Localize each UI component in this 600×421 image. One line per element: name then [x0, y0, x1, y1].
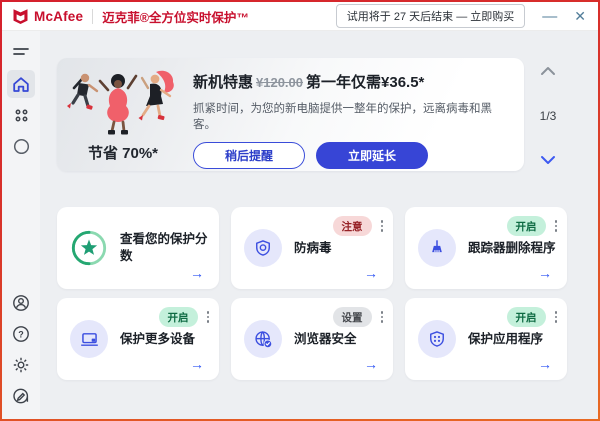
card-title: 保护应用程序 — [468, 331, 543, 348]
extend-now-button[interactable]: 立即延长 — [316, 142, 428, 169]
chevron-down-icon[interactable] — [540, 155, 556, 165]
feature-cards-grid: 查看您的保护分数 → 注意 防病毒 → 开启 跟踪器删除程序 → 开启 — [57, 207, 582, 380]
header-divider — [92, 9, 93, 24]
circle-icon[interactable] — [7, 132, 35, 160]
arrow-right-icon[interactable]: → — [538, 356, 552, 372]
feature-card[interactable]: 开启 保护应用程序 → — [405, 298, 567, 380]
banner-title-suffix: 第一年仅需¥36.5* — [306, 74, 424, 91]
remind-later-button[interactable]: 稍后提醒 — [193, 142, 305, 169]
arrow-right-icon[interactable]: → — [538, 265, 552, 281]
feature-card[interactable]: 查看您的保护分数 → — [57, 207, 219, 289]
kebab-menu-icon[interactable] — [205, 310, 212, 324]
banner-description: 抓紧时间，为您的新电脑提供一整年的保护，远离病毒和黑客。 — [193, 100, 514, 132]
banner-title-prefix: 新机特惠 — [193, 74, 253, 91]
carousel-page-indicator: 1/3 — [540, 109, 557, 123]
card-title: 跟踪器删除程序 — [468, 240, 556, 257]
feature-card[interactable]: 开启 保护更多设备 → — [57, 298, 219, 380]
mcafee-logo: McAfee — [12, 8, 83, 25]
kebab-menu-icon[interactable] — [553, 310, 560, 324]
product-title: 迈克菲®全方位实时保护™ — [102, 7, 249, 26]
grid-icon[interactable] — [7, 101, 35, 129]
card-title: 保护更多设备 — [120, 331, 195, 348]
brand-name: McAfee — [34, 9, 83, 24]
arrow-right-icon[interactable]: → — [364, 356, 378, 372]
laptop-icon — [70, 320, 108, 358]
shield-icon — [244, 229, 282, 267]
promo-banner: 节省 70%* 新机特惠¥120.00第一年仅需¥36.5* 抓紧时间，为您的新… — [57, 58, 524, 171]
title-bar: McAfee 迈克菲®全方位实时保护™ 试用将于 27 天后结束 — 立即购买 … — [2, 2, 598, 31]
kebab-menu-icon[interactable] — [379, 219, 386, 233]
window-frame: McAfee 迈克菲®全方位实时保护™ 试用将于 27 天后结束 — 立即购买 … — [0, 0, 600, 421]
trial-buy-button[interactable]: 试用将于 27 天后结束 — 立即购买 — [336, 4, 525, 28]
savings-label: 节省 70%* — [88, 142, 158, 163]
banner-carousel-controls: 1/3 — [524, 58, 572, 171]
globe-icon — [244, 320, 282, 358]
card-title: 浏览器安全 — [294, 331, 357, 348]
status-badge: 注意 — [333, 216, 372, 236]
minimize-button[interactable]: — — [542, 9, 557, 24]
broom-icon — [418, 229, 456, 267]
settings-icon[interactable] — [7, 351, 35, 379]
main-content: 节省 70%* 新机特惠¥120.00第一年仅需¥36.5* 抓紧时间，为您的新… — [40, 31, 598, 419]
jumping-people-illustration — [64, 66, 182, 140]
feature-card[interactable]: 设置 浏览器安全 → — [231, 298, 393, 380]
mcafee-window: McAfee 迈克菲®全方位实时保护™ 试用将于 27 天后结束 — 立即购买 … — [2, 2, 598, 419]
account-icon[interactable] — [7, 289, 35, 317]
feature-card[interactable]: 注意 防病毒 → — [231, 207, 393, 289]
svg-text:?: ? — [18, 329, 24, 339]
arrow-right-icon[interactable]: → — [364, 265, 378, 281]
feedback-icon[interactable] — [7, 382, 35, 410]
sidebar: ? — [2, 31, 40, 419]
close-button[interactable]: ✕ — [574, 9, 586, 23]
chevron-up-icon[interactable] — [540, 66, 556, 76]
mcafee-shield-icon — [12, 8, 29, 25]
help-icon[interactable]: ? — [7, 320, 35, 348]
apps-icon — [418, 320, 456, 358]
home-icon[interactable] — [7, 70, 35, 98]
banner-title: 新机特惠¥120.00第一年仅需¥36.5* — [193, 71, 514, 92]
card-title: 查看您的保护分数 — [120, 231, 219, 265]
card-title: 防病毒 — [294, 240, 332, 257]
menu-icon[interactable] — [7, 39, 35, 67]
old-price: ¥120.00 — [256, 75, 303, 90]
arrow-right-icon[interactable]: → — [190, 356, 204, 372]
arrow-right-icon[interactable]: → — [190, 265, 204, 281]
kebab-menu-icon[interactable] — [379, 310, 386, 324]
feature-card[interactable]: 开启 跟踪器删除程序 → — [405, 207, 567, 289]
star-icon — [70, 229, 108, 267]
